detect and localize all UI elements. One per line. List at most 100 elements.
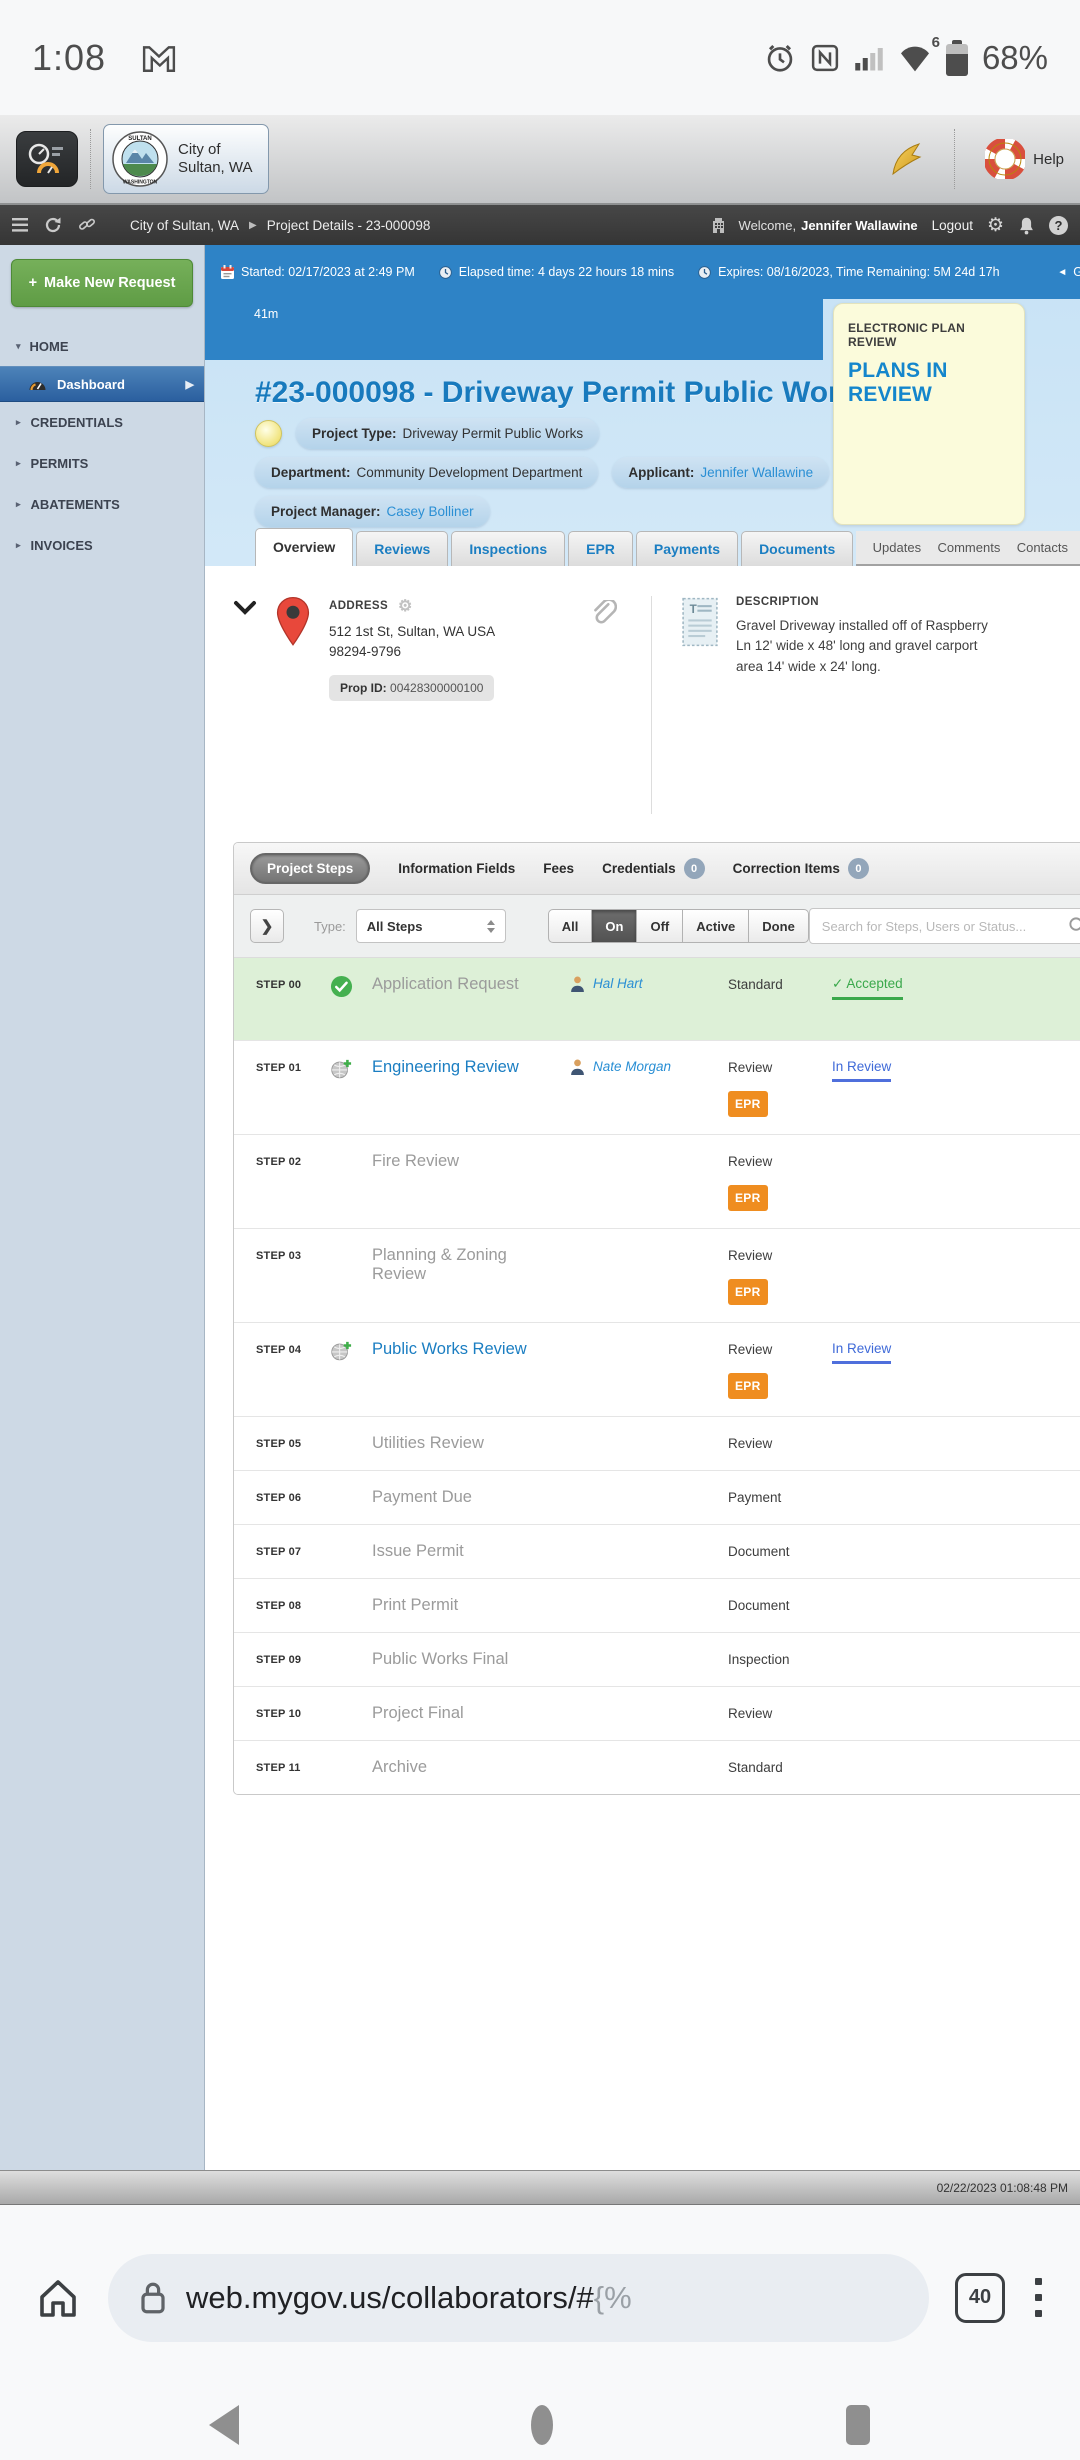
assignee-name[interactable]: Nate Morgan — [593, 1058, 671, 1074]
help-question-icon[interactable]: ? — [1049, 215, 1068, 235]
main-content: Started: 02/17/2023 at 2:49 PM Elapsed t… — [205, 245, 1080, 2170]
step-number: STEP 00 — [256, 979, 302, 991]
document-icon: T — [680, 596, 720, 648]
step-row-step-01[interactable]: STEP 01 Engineering Review Nate Morgan Revi… — [234, 1040, 1080, 1134]
make-new-request-button[interactable]: + Make New Request — [11, 259, 193, 307]
step-row-step-07[interactable]: STEP 07 Issue Permit Document — [234, 1524, 1080, 1578]
app-dashboard-icon[interactable] — [16, 131, 78, 187]
step-status-label[interactable]: In Review — [832, 1341, 892, 1364]
nav-back-button[interactable] — [205, 2403, 243, 2447]
seal-top-text: SULTAN — [128, 136, 151, 142]
step-row-step-06[interactable]: STEP 06 Payment Due Payment — [234, 1470, 1080, 1524]
url-bar[interactable]: web.mygov.us/collaborators/#{% — [108, 2253, 929, 2342]
step-row-step-02[interactable]: STEP 02 Fire Review Review EPR — [234, 1134, 1080, 1228]
step-status: In Review — [832, 1340, 1080, 1364]
step-row-step-11[interactable]: STEP 11 Archive Standard — [234, 1740, 1080, 1794]
step-name[interactable]: Public Works Review — [372, 1340, 570, 1359]
sidebar-item-permits[interactable]: ▸ PERMITS — [0, 443, 204, 484]
filter-done[interactable]: Done — [749, 909, 809, 943]
tab-overview[interactable]: Overview — [255, 528, 354, 566]
go-back-button[interactable]: ◄ Go back — [1057, 265, 1080, 279]
step-row-step-00[interactable]: STEP 00 Application Request Hal Hart Standa… — [234, 958, 1080, 1040]
step-row-step-10[interactable]: STEP 10 Project Final Review — [234, 1686, 1080, 1740]
tab-reviews[interactable]: Reviews — [356, 531, 449, 566]
browser-menu-icon[interactable] — [1031, 2274, 1046, 2321]
filter-on[interactable]: On — [592, 909, 638, 943]
city-tab[interactable]: SULTAN WASHINGTON City of Sultan, WA — [103, 124, 270, 194]
project-manager-link[interactable]: Casey Bolliner — [387, 504, 474, 519]
filter-active[interactable]: Active — [683, 909, 750, 943]
steps-filter-segment: All On Off Active Done — [547, 909, 809, 943]
collapse-chevron-icon[interactable] — [233, 600, 257, 616]
filter-off[interactable]: Off — [637, 909, 684, 943]
step-type: Document — [728, 1598, 790, 1613]
assignee-name[interactable]: Hal Hart — [593, 975, 643, 991]
steps-subtabs: Project Steps Information Fields Fees Cr… — [234, 843, 1080, 895]
filter-all[interactable]: All — [547, 909, 593, 943]
sidebar-item-abatements[interactable]: ▸ ABATEMENTS — [0, 484, 204, 525]
subtab-information-fields[interactable]: Information Fields — [398, 861, 515, 876]
step-name: Issue Permit — [372, 1542, 464, 1560]
disclosure-right-icon: ▸ — [16, 417, 21, 427]
disclosure-right-icon: ▸ — [16, 458, 21, 468]
footer-timestamp: 02/22/2023 01:08:48 PM — [936, 2180, 1068, 2195]
plus-icon: + — [28, 275, 38, 291]
subtab-fees[interactable]: Fees — [543, 861, 574, 876]
help-button[interactable]: Help — [985, 139, 1064, 179]
breadcrumb-root[interactable]: City of Sultan, WA — [130, 218, 239, 233]
step-row-step-09[interactable]: STEP 09 Public Works Final Inspection — [234, 1632, 1080, 1686]
nav-recents-button[interactable] — [841, 2403, 875, 2447]
step-name[interactable]: Engineering Review — [372, 1058, 570, 1077]
refresh-icon[interactable] — [44, 216, 62, 234]
gold-arrow-icon[interactable] — [888, 140, 924, 178]
person-icon — [571, 976, 584, 992]
sidebar-item-credentials[interactable]: ▸ CREDENTIALS — [0, 402, 204, 443]
sidebar-item-label: Dashboard — [57, 376, 125, 392]
tab-updates[interactable]: Updates — [873, 540, 921, 555]
sidebar-section-home[interactable]: ▾ HOME — [0, 327, 204, 366]
tab-count-button[interactable]: 40 — [955, 2272, 1005, 2323]
home-icon[interactable] — [34, 2274, 82, 2322]
tab-comments[interactable]: Comments — [937, 540, 1000, 555]
address-gear-icon[interactable]: ⚙ — [398, 596, 413, 616]
sidebar-item-dashboard[interactable]: Dashboard ▶ — [0, 366, 204, 402]
sidebar: + Make New Request ▾ HOME Dashboard ▶ ▸ … — [0, 245, 205, 2170]
breadcrumb-page: Project Details - 23-000098 — [266, 217, 431, 233]
logout-link[interactable]: Logout — [932, 218, 973, 233]
step-status-label[interactable]: In Review — [832, 1059, 892, 1082]
subtab-correction-items[interactable]: Correction Items 0 — [733, 858, 869, 879]
tab-epr[interactable]: EPR — [568, 531, 633, 566]
applicant-pill: Applicant: Jennifer Wallawine — [612, 457, 830, 488]
paperclip-icon[interactable] — [591, 600, 617, 630]
tab-documents[interactable]: Documents — [741, 531, 854, 566]
step-assignee: Hal Hart — [570, 975, 728, 993]
step-row-step-03[interactable]: STEP 03 Planning & Zoning Review Review EPR — [234, 1228, 1080, 1322]
step-type-select[interactable]: All Steps — [355, 909, 506, 943]
city-tab-label: City of Sultan, WA — [178, 141, 253, 176]
sidebar-item-invoices[interactable]: ▸ INVOICES — [0, 525, 204, 566]
tab-contacts[interactable]: Contacts — [1017, 540, 1068, 555]
steps-search-input[interactable] — [808, 908, 1080, 944]
link-icon[interactable] — [78, 216, 96, 234]
subtab-credentials[interactable]: Credentials 0 — [602, 858, 705, 879]
project-info-bar: Started: 02/17/2023 at 2:49 PM Elapsed t… — [205, 245, 1080, 299]
tab-payments[interactable]: Payments — [635, 531, 739, 566]
epr-badge: EPR — [728, 1373, 768, 1399]
lock-icon — [138, 2279, 168, 2317]
menu-icon[interactable] — [12, 218, 28, 232]
step-status-label[interactable]: ✓ Accepted — [832, 976, 903, 1000]
help-label: Help — [1033, 150, 1064, 168]
step-type: Review — [728, 1436, 773, 1451]
step-row-step-05[interactable]: STEP 05 Utilities Review Review — [234, 1416, 1080, 1470]
step-name: Project Final — [372, 1704, 464, 1722]
nav-home-button[interactable] — [524, 2403, 560, 2447]
step-row-step-04[interactable]: STEP 04 Public Works Review Review EPR In Re… — [234, 1322, 1080, 1416]
address-text: 512 1st St, Sultan, WA USA 98294-9796 — [329, 624, 496, 660]
settings-gear-icon[interactable]: ⚙ — [987, 214, 1004, 237]
step-row-step-08[interactable]: STEP 08 Print Permit Document — [234, 1578, 1080, 1632]
tab-inspections[interactable]: Inspections — [451, 531, 566, 566]
notifications-bell-icon[interactable] — [1018, 216, 1035, 235]
applicant-link[interactable]: Jennifer Wallawine — [700, 465, 813, 480]
expand-steps-button[interactable]: ❯ — [250, 909, 284, 943]
subtab-project-steps[interactable]: Project Steps — [250, 853, 371, 884]
